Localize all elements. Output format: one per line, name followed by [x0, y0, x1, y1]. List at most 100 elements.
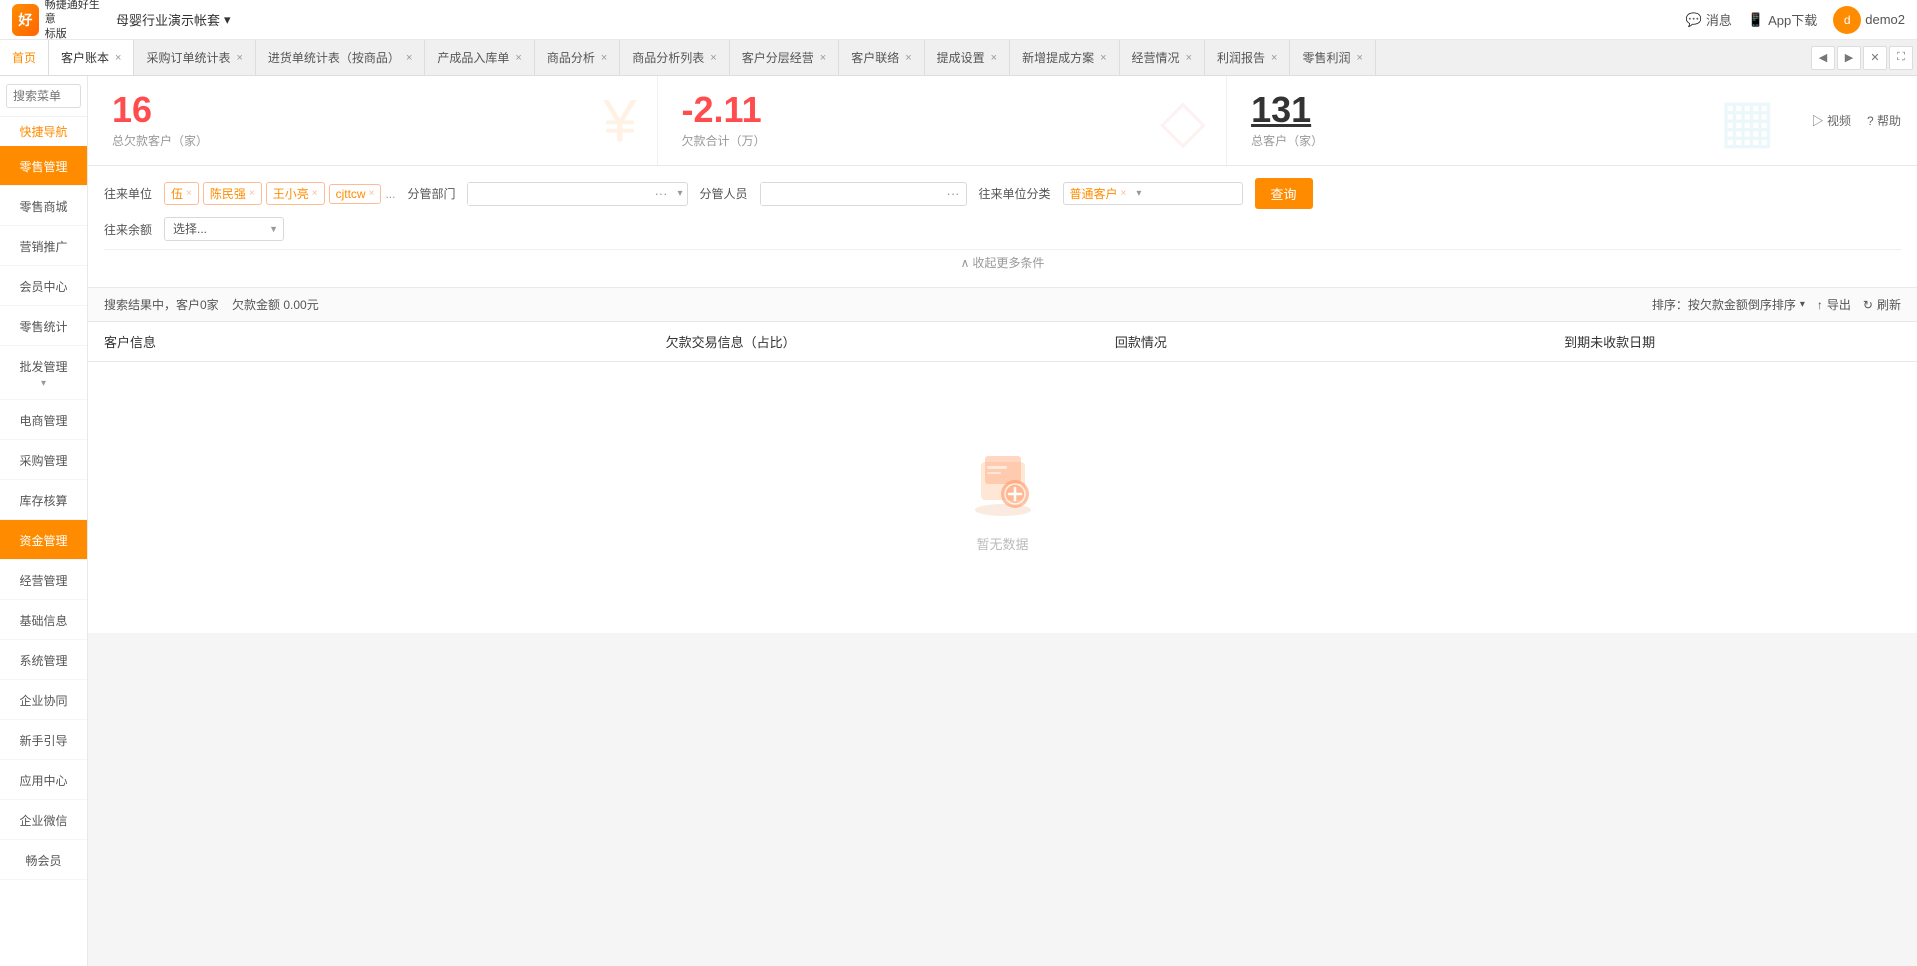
close-icon[interactable]: ×	[1100, 52, 1106, 64]
filter-category-input[interactable]: 普通客户 × ▾	[1063, 182, 1243, 205]
table-header: 客户信息 欠款交易信息（占比） 回款情况 到期未收款日期	[88, 322, 1917, 362]
tab-product-warehouse[interactable]: 产成品入库单 ×	[425, 40, 534, 75]
filter-person-input[interactable]: ···	[760, 182, 967, 206]
sort-select[interactable]: 排序：按欠款金额倒序排序 ▾	[1652, 296, 1805, 313]
close-icon[interactable]: ×	[186, 188, 192, 199]
tab-new-commission[interactable]: 新增提成方案 ×	[1010, 40, 1119, 75]
sidebar-item-retail-mall[interactable]: 零售商城	[0, 186, 87, 226]
close-icon[interactable]: ×	[1356, 52, 1362, 64]
tab-commission-settings[interactable]: 提成设置 ×	[925, 40, 1010, 75]
query-button[interactable]: 查询	[1255, 178, 1313, 209]
stat-total-debt-amount: ◇ -2.11 欠款合计（万）	[658, 76, 1228, 165]
more-options-icon[interactable]: ···	[648, 186, 673, 201]
sidebar-item-inventory[interactable]: 库存核算	[0, 480, 87, 520]
more-options-icon[interactable]: ···	[941, 186, 966, 201]
close-icon[interactable]: ×	[249, 188, 255, 199]
nav-expand-button[interactable]: ⛶	[1889, 46, 1913, 70]
col-header-debt: 欠款交易信息（占比）	[666, 332, 1115, 351]
close-icon[interactable]: ×	[1271, 52, 1277, 64]
sidebar-item-label: 企业微信	[6, 812, 81, 829]
sidebar-item-finance[interactable]: 资金管理	[0, 520, 87, 560]
sidebar-item-ecommerce[interactable]: 电商管理	[0, 400, 87, 440]
tab-customer-layer[interactable]: 客户分层经营 ×	[730, 40, 839, 75]
filter-dept-input[interactable]: ··· ▾	[467, 182, 687, 206]
sidebar-item-marketing[interactable]: 营销推广	[0, 226, 87, 266]
dept-input-field[interactable]	[468, 183, 648, 205]
close-icon[interactable]: ×	[515, 52, 521, 64]
video-link[interactable]: ▷ 视频	[1812, 112, 1851, 129]
export-icon: ↑	[1817, 298, 1823, 312]
tab-customer-contact[interactable]: 客户联络 ×	[839, 40, 924, 75]
chevron-up-icon: ∧	[961, 256, 970, 270]
close-icon[interactable]: ×	[820, 52, 826, 64]
tab-home[interactable]: 首页	[0, 40, 49, 75]
sidebar-item-app-center[interactable]: 应用中心	[0, 760, 87, 800]
filter-label-balance: 往来余额	[104, 221, 152, 238]
sidebar-item-changhui[interactable]: 畅会员	[0, 840, 87, 880]
close-icon[interactable]: ×	[369, 188, 375, 199]
home-tab-label: 首页	[12, 49, 36, 66]
sidebar-item-label: 零售管理	[6, 158, 81, 175]
sidebar-item-basic-info[interactable]: 基础信息	[0, 600, 87, 640]
close-icon[interactable]: ×	[991, 52, 997, 64]
system-select[interactable]: 母婴行业演示帐套 ▾	[108, 6, 239, 33]
app-download-action[interactable]: 📱 App下载	[1748, 10, 1817, 29]
user-profile[interactable]: d demo2	[1833, 6, 1905, 34]
tab-goods-analysis-list[interactable]: 商品分析列表 ×	[620, 40, 729, 75]
close-icon[interactable]: ×	[115, 52, 121, 64]
tab-label: 客户账本	[61, 49, 109, 66]
filter-more-tags[interactable]: ...	[385, 187, 395, 201]
empty-state: 暂无数据	[88, 362, 1917, 633]
results-actions: 排序：按欠款金额倒序排序 ▾ ↑ 导出 ↻ 刷新	[1652, 296, 1901, 313]
nav-close-all-button[interactable]: ✕	[1863, 46, 1887, 70]
close-icon[interactable]: ×	[406, 52, 412, 64]
tab-customer-account[interactable]: 客户账本 ×	[49, 40, 134, 75]
tab-profit-report[interactable]: 利润报告 ×	[1205, 40, 1290, 75]
nav-prev-button[interactable]: ◀	[1811, 46, 1835, 70]
close-icon[interactable]: ×	[312, 188, 318, 199]
top-bar: 好 畅捷通好生意 标版 母婴行业演示帐套 ▾ 💬 消息 📱 App下载 d de…	[0, 0, 1917, 40]
chevron-right-icon: ▾	[41, 378, 46, 389]
sidebar-item-wholesale[interactable]: 批发管理 ▾	[0, 346, 87, 400]
sidebar-item-enterprise-wechat[interactable]: 企业微信	[0, 800, 87, 840]
sidebar-item-member-center[interactable]: 会员中心	[0, 266, 87, 306]
close-icon[interactable]: ×	[710, 52, 716, 64]
close-icon[interactable]: ×	[601, 52, 607, 64]
stat-value-customers: 16	[112, 92, 208, 128]
sidebar-quick-nav[interactable]: 快捷导航	[0, 117, 87, 146]
person-input-field[interactable]	[761, 183, 941, 205]
sidebar-item-purchase[interactable]: 采购管理	[0, 440, 87, 480]
filter-tag-chen[interactable]: 陈民强 ×	[203, 182, 262, 205]
close-icon[interactable]: ×	[905, 52, 911, 64]
filter-balance-select[interactable]: 选择...	[164, 217, 284, 241]
sidebar-item-newbie[interactable]: 新手引导	[0, 720, 87, 760]
sidebar-item-system[interactable]: 系统管理	[0, 640, 87, 680]
content-area: ¥ 16 总欠款客户（家） ◇ -2.11 欠款合计（万） ▦ 131 总客户（…	[88, 76, 1917, 966]
close-icon[interactable]: ×	[1121, 188, 1127, 199]
tab-goods-stat[interactable]: 进货单统计表（按商品） ×	[256, 40, 425, 75]
close-icon[interactable]: ×	[1186, 52, 1192, 64]
nav-next-button[interactable]: ▶	[1837, 46, 1861, 70]
stat-label-debt: 欠款合计（万）	[682, 132, 766, 149]
close-icon[interactable]: ×	[236, 52, 242, 64]
refresh-button[interactable]: ↻ 刷新	[1863, 296, 1901, 313]
message-action[interactable]: 💬 消息	[1686, 10, 1732, 29]
tab-goods-analysis[interactable]: 商品分析 ×	[535, 40, 620, 75]
tab-operation[interactable]: 经营情况 ×	[1120, 40, 1205, 75]
logo-area: 好 畅捷通好生意 标版	[12, 0, 100, 41]
export-button[interactable]: ↑ 导出	[1817, 296, 1851, 313]
search-input[interactable]	[6, 84, 81, 108]
sidebar-item-retail-mgmt[interactable]: 零售管理	[0, 146, 87, 186]
sidebar-item-operations[interactable]: 经营管理	[0, 560, 87, 600]
tab-retail-profit[interactable]: 零售利润 ×	[1290, 40, 1375, 75]
filter-tag-wu[interactable]: 伍 ×	[164, 182, 199, 205]
sort-label: 排序：按欠款金额倒序排序	[1652, 296, 1796, 313]
collapse-button[interactable]: ∧ 收起更多条件	[961, 254, 1045, 271]
avatar: d	[1833, 6, 1861, 34]
help-link[interactable]: ? 帮助	[1867, 112, 1901, 129]
filter-tag-wang[interactable]: 王小亮 ×	[266, 182, 325, 205]
filter-tag-cjttcw[interactable]: cjttcw ×	[329, 184, 382, 204]
tab-purchase-order[interactable]: 采购订单统计表 ×	[134, 40, 255, 75]
sidebar-item-retail-stats[interactable]: 零售统计	[0, 306, 87, 346]
sidebar-item-enterprise[interactable]: 企业协同	[0, 680, 87, 720]
